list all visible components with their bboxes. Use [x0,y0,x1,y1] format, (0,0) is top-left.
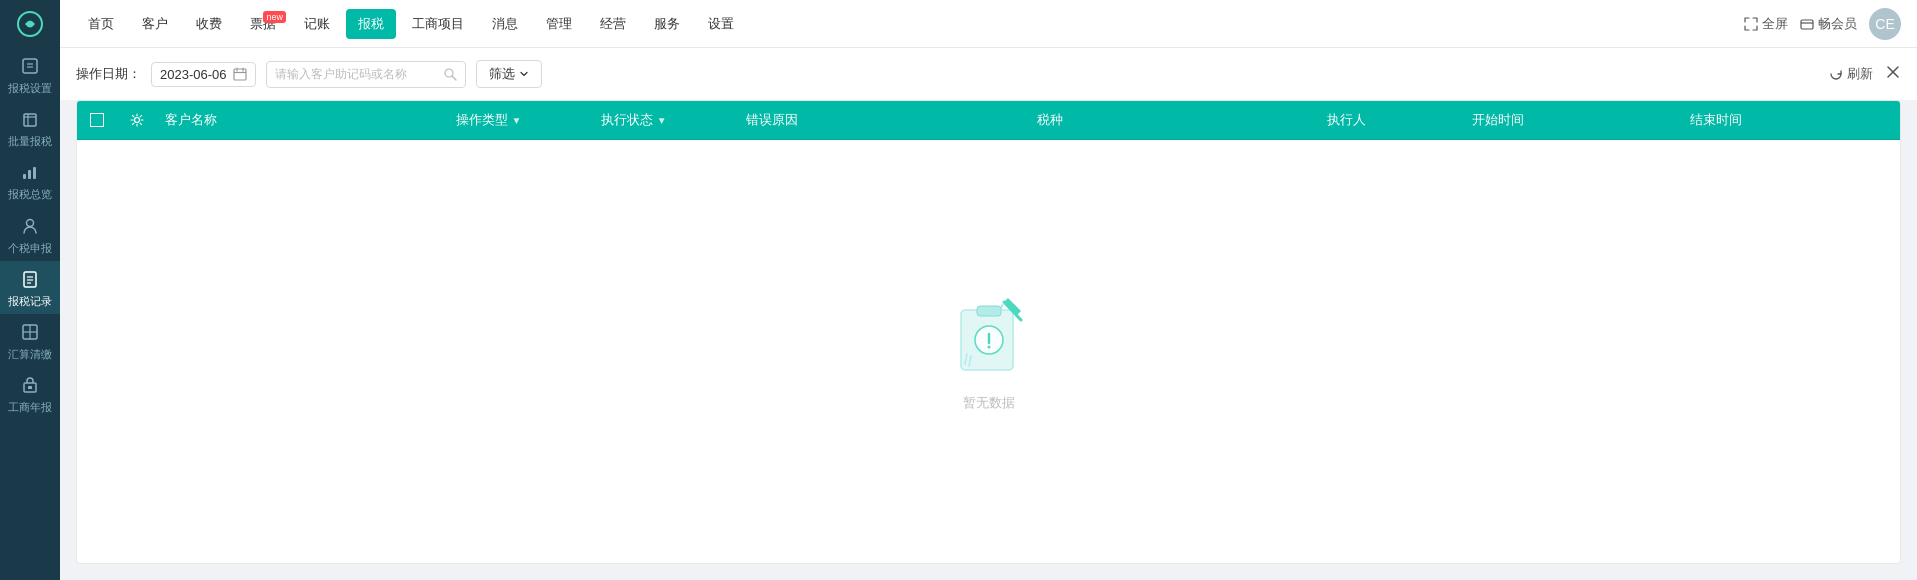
svg-line-27 [452,76,456,80]
th-end-time: 结束时间 [1682,101,1900,139]
date-picker[interactable]: 2023-06-06 [151,62,256,87]
baoshui-shezhi-icon [20,56,40,79]
nav-item-shouye[interactable]: 首页 [76,9,126,39]
sidebar-item-piliang-baoshui[interactable]: 批量报税 [0,101,60,154]
baoshui-zonlan-icon [20,162,40,185]
piliang-baoshui-icon [20,109,40,132]
svg-rect-22 [234,69,246,80]
nav-item-fuwu[interactable]: 服务 [642,9,692,39]
nav-items: 首页 客户 收费 票据 new 记账 报税 工商项目 消息 管理 经营 服务 设… [76,9,1744,39]
toolbar-right: 刷新 [1829,64,1901,84]
member-icon [1800,17,1814,31]
sidebar-item-baoshui-shezhi-label: 报税设置 [8,82,52,95]
nav-item-shoufei[interactable]: 收费 [184,9,234,39]
empty-state: 暂无数据 [949,292,1029,412]
th-executor: 执行人 [1319,101,1464,139]
sidebar-item-baoshui-zonlan-label: 报税总览 [8,188,52,201]
piaoju-badge: new [263,11,286,24]
sidebar-item-geshui-shenbao[interactable]: 个税申报 [0,208,60,261]
svg-point-30 [135,118,140,123]
topnav-right: 全屏 畅会员 CE [1744,8,1901,40]
th-tax-type: 税种 [1029,101,1320,139]
nav-item-gongshang-xiangmu[interactable]: 工商项目 [400,9,476,39]
sidebar-item-baoshui-shezhi[interactable]: 报税设置 [0,48,60,101]
content: 操作日期： 2023-06-06 请输入客户助记码或名称 筛选 [60,48,1917,580]
sidebar-item-geshui-shenbao-label: 个税申报 [8,242,52,255]
sort-icon-status: ▼ [657,115,667,126]
huisuan-jiaona-icon [20,322,40,345]
sidebar-item-baoshui-jilu-label: 报税记录 [8,295,52,308]
baoshui-jilu-icon [20,269,40,292]
svg-rect-20 [1801,20,1813,29]
sidebar-item-baoshui-zonlan[interactable]: 报税总览 [0,154,60,207]
toolbar: 操作日期： 2023-06-06 请输入客户助记码或名称 筛选 [60,48,1917,100]
th-operation-type[interactable]: 操作类型 ▼ [448,101,593,139]
date-value: 2023-06-06 [160,67,227,82]
search-box[interactable]: 请输入客户助记码或名称 [266,61,466,88]
nav-item-guanli[interactable]: 管理 [534,9,584,39]
close-icon [1885,64,1901,80]
svg-point-10 [27,219,34,226]
svg-rect-7 [23,174,26,179]
date-label: 操作日期： [76,65,141,83]
search-placeholder: 请输入客户助记码或名称 [275,66,407,83]
svg-rect-8 [28,170,31,179]
empty-text: 暂无数据 [963,394,1015,412]
sidebar-item-piliang-baoshui-label: 批量报税 [8,135,52,148]
svg-rect-1 [23,59,37,73]
settings-icon [130,113,144,127]
topnav: 首页 客户 收费 票据 new 记账 报税 工商项目 消息 管理 经营 服务 设… [60,0,1917,48]
nav-item-shezhi[interactable]: 设置 [696,9,746,39]
svg-rect-4 [24,114,36,126]
filter-button[interactable]: 筛选 [476,60,542,88]
search-icon [443,67,457,81]
refresh-icon [1829,67,1843,81]
svg-rect-19 [28,386,32,389]
fullscreen-icon [1744,17,1758,31]
th-settings[interactable] [117,101,157,139]
svg-rect-32 [977,306,1001,316]
refresh-button[interactable]: 刷新 [1829,65,1873,83]
nav-item-kehu[interactable]: 客户 [130,9,180,39]
calendar-icon [233,67,247,81]
filter-label: 筛选 [489,65,515,83]
sidebar: 报税设置 批量报税 报税总览 个税申报 [0,0,60,580]
th-error-reason: 错误原因 [738,101,1029,139]
nav-item-xiaoxi[interactable]: 消息 [480,9,530,39]
nav-item-jingying[interactable]: 经营 [588,9,638,39]
nav-item-piaoju[interactable]: 票据 new [238,9,288,39]
table-container: 客户名称 操作类型 ▼ 执行状态 ▼ 错误原因 税种 执行人 [76,100,1901,564]
sidebar-item-baoshui-jilu[interactable]: 报税记录 [0,261,60,314]
gongshang-nianbao-icon [20,375,40,398]
sidebar-item-huisuan-jiaona[interactable]: 汇算清缴 [0,314,60,367]
fullscreen-button[interactable]: 全屏 [1744,15,1788,33]
sidebar-item-gongshang-nianbao[interactable]: 工商年报 [0,367,60,420]
svg-point-37 [987,345,990,348]
geshui-shenbao-icon [20,216,40,239]
main-area: 首页 客户 收费 票据 new 记账 报税 工商项目 消息 管理 经营 服务 设… [60,0,1917,580]
member-label: 畅会员 [1818,15,1857,33]
svg-rect-9 [33,167,36,179]
sort-icon-operation: ▼ [512,115,522,126]
table-header: 客户名称 操作类型 ▼ 执行状态 ▼ 错误原因 税种 执行人 [77,101,1900,140]
empty-illustration [949,292,1029,382]
nav-item-baoshui[interactable]: 报税 [346,9,396,39]
member-button[interactable]: 畅会员 [1800,15,1857,33]
th-customer-name: 客户名称 [157,101,448,139]
sidebar-item-gongshang-nianbao-label: 工商年报 [8,401,52,414]
chevron-down-icon [519,69,529,79]
th-exec-status[interactable]: 执行状态 ▼ [593,101,738,139]
th-checkbox[interactable] [77,101,117,139]
logo [0,0,60,48]
close-button[interactable] [1885,64,1901,84]
nav-item-jizhang[interactable]: 记账 [292,9,342,39]
th-start-time: 开始时间 [1464,101,1682,139]
fullscreen-label: 全屏 [1762,15,1788,33]
table-body: 暂无数据 [77,140,1900,563]
refresh-label: 刷新 [1847,65,1873,83]
avatar[interactable]: CE [1869,8,1901,40]
sidebar-item-huisuan-jiaona-label: 汇算清缴 [8,348,52,361]
header-checkbox[interactable] [90,113,104,127]
